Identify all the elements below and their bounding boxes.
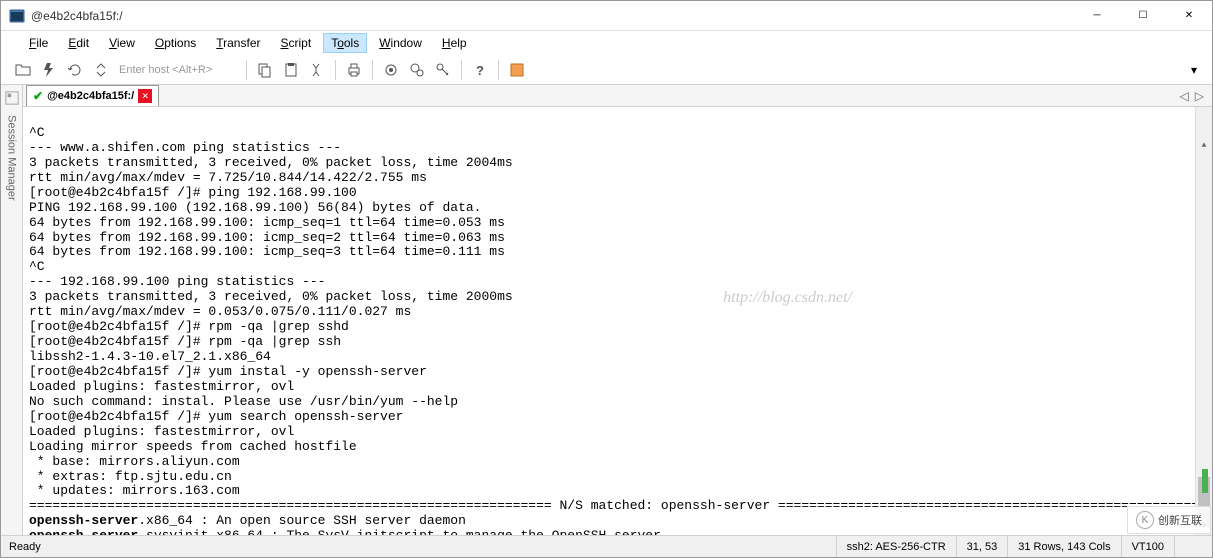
maximize-button[interactable]: ☐: [1120, 1, 1166, 31]
tab-title: @e4b2c4bfa15f:/: [47, 90, 134, 102]
tab-next-button[interactable]: ▷: [1195, 89, 1204, 103]
activator-icon[interactable]: [505, 58, 529, 82]
status-terminal-type: VT100: [1121, 536, 1174, 557]
paste-icon[interactable]: [279, 58, 303, 82]
host-input[interactable]: Enter host <Alt+R>: [115, 64, 240, 76]
statusbar: Ready ssh2: AES-256-CTR 31, 53 31 Rows, …: [1, 535, 1212, 557]
minimize-button[interactable]: ─: [1074, 1, 1120, 31]
terminal[interactable]: ^C --- www.a.shifen.com ping statistics …: [23, 107, 1212, 535]
tabbar: ✔ @e4b2c4bfa15f:/ ✕ ◁ ▷: [23, 85, 1212, 107]
scroll-up-button[interactable]: ▲: [1196, 137, 1212, 154]
watermark: http://blog.csdn.net/: [723, 289, 852, 307]
close-button[interactable]: ✕: [1166, 1, 1212, 31]
session-settings-icon[interactable]: [405, 58, 429, 82]
print-icon[interactable]: [342, 58, 366, 82]
disconnect-icon[interactable]: [89, 58, 113, 82]
status-ready: Ready: [9, 541, 836, 553]
key-icon[interactable]: [431, 58, 455, 82]
tab-prev-button[interactable]: ◁: [1180, 89, 1189, 103]
menubar: File Edit View Options Transfer Script T…: [1, 31, 1212, 55]
window-title: @e4b2c4bfa15f:/: [31, 9, 1074, 23]
quick-connect-icon[interactable]: [37, 58, 61, 82]
menu-tools[interactable]: Tools: [323, 33, 367, 53]
sidebar-label: Session Manager: [6, 105, 18, 211]
menu-transfer[interactable]: Transfer: [208, 33, 268, 53]
settings-icon[interactable]: [379, 58, 403, 82]
toolbar-overflow-icon[interactable]: ▾: [1186, 58, 1202, 82]
status-size: 31 Rows, 143 Cols: [1007, 536, 1120, 557]
connected-icon: ✔: [33, 89, 43, 103]
menu-script[interactable]: Script: [273, 33, 320, 53]
status-connection: ssh2: AES-256-CTR: [836, 536, 956, 557]
menu-edit[interactable]: Edit: [60, 33, 97, 53]
menu-view[interactable]: View: [101, 33, 143, 53]
svg-text:?: ?: [476, 63, 484, 78]
help-icon[interactable]: ?: [468, 58, 492, 82]
session-manager-icon: [5, 91, 19, 105]
menu-options[interactable]: Options: [147, 33, 204, 53]
menu-file[interactable]: File: [21, 33, 56, 53]
toolbar: Enter host <Alt+R> ? ▾: [1, 55, 1212, 85]
app-icon: [9, 8, 25, 24]
reconnect-icon[interactable]: [63, 58, 87, 82]
logo-text: 创新互联: [1158, 512, 1202, 528]
corner-logo: K 创新互联: [1127, 506, 1211, 534]
logo-icon: K: [1136, 511, 1154, 529]
titlebar: @e4b2c4bfa15f:/ ─ ☐ ✕: [1, 1, 1212, 31]
copy-icon[interactable]: [253, 58, 277, 82]
tab-close-button[interactable]: ✕: [138, 89, 152, 103]
find-icon[interactable]: [305, 58, 329, 82]
status-position: 31, 53: [956, 536, 1008, 557]
menu-help[interactable]: Help: [434, 33, 475, 53]
folder-icon[interactable]: [11, 58, 35, 82]
tab-session[interactable]: ✔ @e4b2c4bfa15f:/ ✕: [26, 85, 159, 106]
decoration-green: [1202, 469, 1208, 493]
sidebar[interactable]: Session Manager: [1, 85, 23, 535]
menu-window[interactable]: Window: [371, 33, 430, 53]
